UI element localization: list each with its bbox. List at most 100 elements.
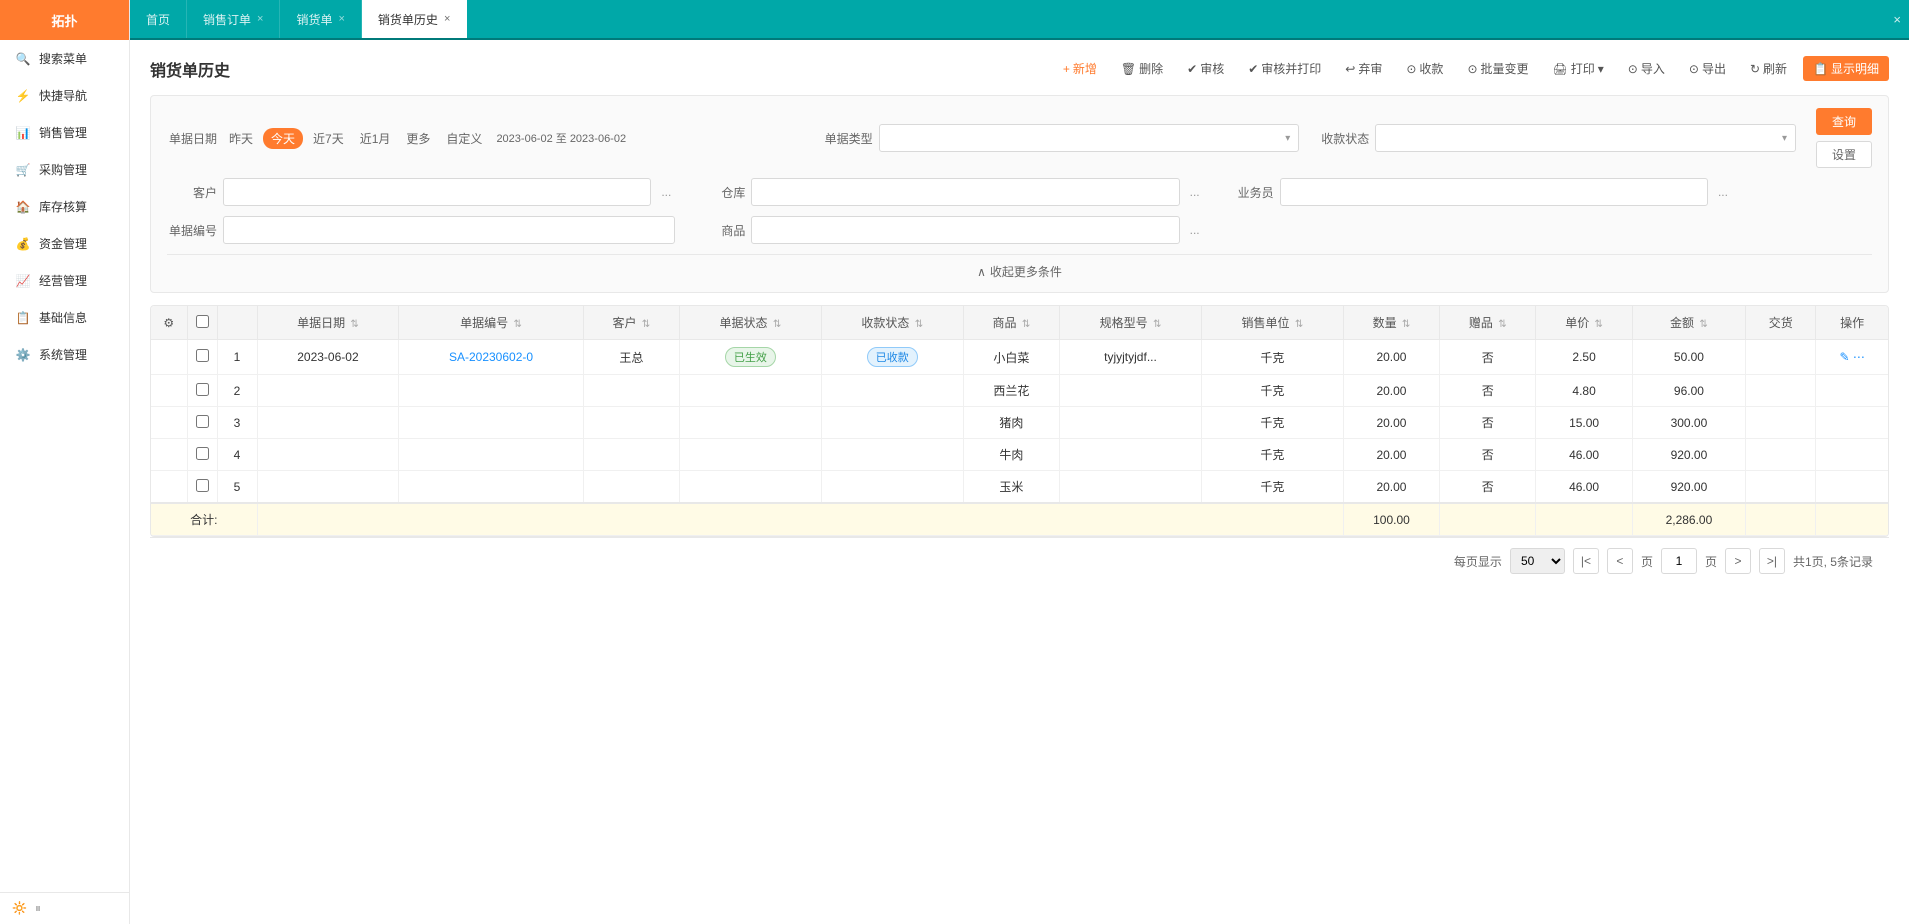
first-page-btn[interactable]: |<: [1573, 548, 1599, 574]
salesperson-input[interactable]: [1280, 178, 1708, 206]
close-all-tabs-btn[interactable]: ×: [1893, 12, 1901, 27]
date-1month-btn[interactable]: 近1月: [354, 128, 397, 149]
cell-check-0[interactable]: [187, 340, 217, 375]
cell-check-1[interactable]: [187, 375, 217, 407]
cell-check-3[interactable]: [187, 439, 217, 471]
goods-input[interactable]: [751, 216, 1179, 244]
collect-button[interactable]: ⊙ 收款: [1398, 56, 1451, 81]
date-today-btn[interactable]: 今天: [263, 128, 303, 149]
cell-docnumber-0[interactable]: SA-20230602-0: [399, 340, 583, 375]
col-spec[interactable]: 规格型号 ⇅: [1060, 306, 1202, 340]
date-more-btn[interactable]: 更多: [400, 128, 436, 149]
new-button[interactable]: + 新增: [1055, 56, 1105, 81]
sidebar-bottom-icon2[interactable]: ⏸: [35, 901, 41, 916]
col-doc-status[interactable]: 单据状态 ⇅: [679, 306, 821, 340]
cell-docnumber-2[interactable]: [399, 407, 583, 439]
more-link-0[interactable]: ⋯: [1853, 350, 1865, 364]
pay-status-select[interactable]: ▾: [1375, 124, 1796, 152]
audit-label: 审核: [1200, 60, 1224, 77]
tab-sales-order[interactable]: 销售订单 ×: [187, 0, 280, 38]
audit-button[interactable]: ✔ 审核: [1179, 56, 1232, 81]
col-doc-number[interactable]: 单据编号 ⇅: [399, 306, 583, 340]
cell-action-2[interactable]: [1816, 407, 1888, 439]
delete-button[interactable]: 🗑 删除: [1113, 56, 1171, 81]
col-gift[interactable]: 赠品 ⇅: [1440, 306, 1536, 340]
print-button[interactable]: 🖨 打印 ▾: [1545, 56, 1612, 81]
sidebar-item-finance[interactable]: 💰 资金管理: [0, 225, 129, 262]
sidebar-bottom-icon1[interactable]: 🔆: [12, 901, 27, 916]
sidebar-item-sales-mgmt[interactable]: 📊 销售管理: [0, 114, 129, 151]
cell-amount-0: 50.00: [1632, 340, 1745, 375]
doc-number-input[interactable]: [223, 216, 675, 244]
sidebar-item-purchase-mgmt[interactable]: 🛒 采购管理: [0, 151, 129, 188]
warehouse-ellipsis-btn[interactable]: ...: [1186, 183, 1204, 201]
batch-change-button[interactable]: ⊙ 批量变更: [1459, 56, 1536, 81]
customer-input[interactable]: [223, 178, 651, 206]
audit-print-button[interactable]: ✔ 审核并打印: [1240, 56, 1329, 81]
cell-docnumber-4[interactable]: [399, 471, 583, 504]
sidebar-item-quick-nav[interactable]: ⚡ 快捷导航: [0, 77, 129, 114]
sidebar-item-search-menu[interactable]: 🔍 搜索菜单: [0, 40, 129, 77]
tab-sales-history[interactable]: 销货单历史 ×: [362, 0, 467, 38]
table-row: 5 玉米 千克 20.00 否 46.00 920.00: [151, 471, 1888, 504]
col-pay-status[interactable]: 收款状态 ⇅: [821, 306, 963, 340]
col-amount[interactable]: 金额 ⇅: [1632, 306, 1745, 340]
setting-button[interactable]: 设置: [1816, 141, 1872, 168]
export-button[interactable]: ⊙ 导出: [1681, 56, 1734, 81]
sidebar-item-ops[interactable]: 📈 经营管理: [0, 262, 129, 299]
prev-page-btn[interactable]: <: [1607, 548, 1633, 574]
page-number-input[interactable]: [1661, 548, 1697, 574]
cell-action-3[interactable]: [1816, 439, 1888, 471]
col-qty[interactable]: 数量 ⇅: [1343, 306, 1439, 340]
cell-docnumber-3[interactable]: [399, 439, 583, 471]
sidebar-item-sys-mgmt[interactable]: ⚙️ 系统管理: [0, 336, 129, 373]
collapse-filter-btn[interactable]: ∧ 收起更多条件: [167, 254, 1872, 280]
sort-unit-icon: ⇅: [1295, 319, 1303, 330]
tab-sales-goods[interactable]: 销货单 ×: [280, 0, 361, 38]
sidebar-item-basic-info[interactable]: 📋 基础信息: [0, 299, 129, 336]
close-sales-order-tab[interactable]: ×: [257, 13, 263, 25]
row-checkbox-2[interactable]: [196, 415, 209, 428]
col-unit[interactable]: 销售单位 ⇅: [1201, 306, 1343, 340]
row-checkbox-4[interactable]: [196, 479, 209, 492]
cell-check-2[interactable]: [187, 407, 217, 439]
batch-change-icon: ⊙: [1467, 62, 1477, 76]
cell-action-0[interactable]: ✎ ⋯: [1816, 340, 1888, 375]
date-7days-btn[interactable]: 近7天: [307, 128, 350, 149]
cell-action-1[interactable]: [1816, 375, 1888, 407]
next-page-btn[interactable]: >: [1725, 548, 1751, 574]
close-sales-history-tab[interactable]: ×: [444, 13, 450, 25]
cell-action-4[interactable]: [1816, 471, 1888, 504]
col-goods[interactable]: 商品 ⇅: [963, 306, 1059, 340]
select-all-checkbox[interactable]: [196, 315, 209, 328]
show-detail-button[interactable]: 📋 显示明细: [1803, 56, 1889, 81]
close-sales-goods-tab[interactable]: ×: [338, 13, 344, 25]
doc-type-select[interactable]: ▾: [879, 124, 1300, 152]
goods-ellipsis-btn[interactable]: ...: [1186, 221, 1204, 239]
refresh-button[interactable]: ↻ 刷新: [1742, 56, 1795, 81]
cell-docdate-3: [257, 439, 399, 471]
abandon-button[interactable]: ↩ 弃审: [1337, 56, 1390, 81]
col-customer[interactable]: 客户 ⇅: [583, 306, 679, 340]
import-button[interactable]: ⊙ 导入: [1620, 56, 1673, 81]
warehouse-input[interactable]: [751, 178, 1179, 206]
sidebar-item-inventory[interactable]: 🏠 库存核算: [0, 188, 129, 225]
row-checkbox-3[interactable]: [196, 447, 209, 460]
tab-home[interactable]: 首页: [130, 0, 187, 38]
salesperson-ellipsis-btn[interactable]: ...: [1714, 183, 1732, 201]
cell-check-4[interactable]: [187, 471, 217, 504]
col-unit-price[interactable]: 单价 ⇅: [1536, 306, 1632, 340]
last-page-btn[interactable]: >|: [1759, 548, 1785, 574]
date-custom-btn[interactable]: 自定义: [440, 128, 488, 149]
col-doc-date[interactable]: 单据日期 ⇅: [257, 306, 399, 340]
query-button[interactable]: 查询: [1816, 108, 1872, 135]
edit-link-0[interactable]: ✎: [1839, 350, 1849, 364]
row-checkbox-0[interactable]: [196, 349, 209, 362]
row-checkbox-1[interactable]: [196, 383, 209, 396]
date-yesterday-btn[interactable]: 昨天: [223, 128, 259, 149]
plus-icon: +: [1063, 62, 1070, 76]
doc-number-label: 单据编号: [167, 222, 217, 239]
per-page-select[interactable]: 50 100 200: [1510, 548, 1565, 574]
cell-docnumber-1[interactable]: [399, 375, 583, 407]
customer-ellipsis-btn[interactable]: ...: [657, 183, 675, 201]
